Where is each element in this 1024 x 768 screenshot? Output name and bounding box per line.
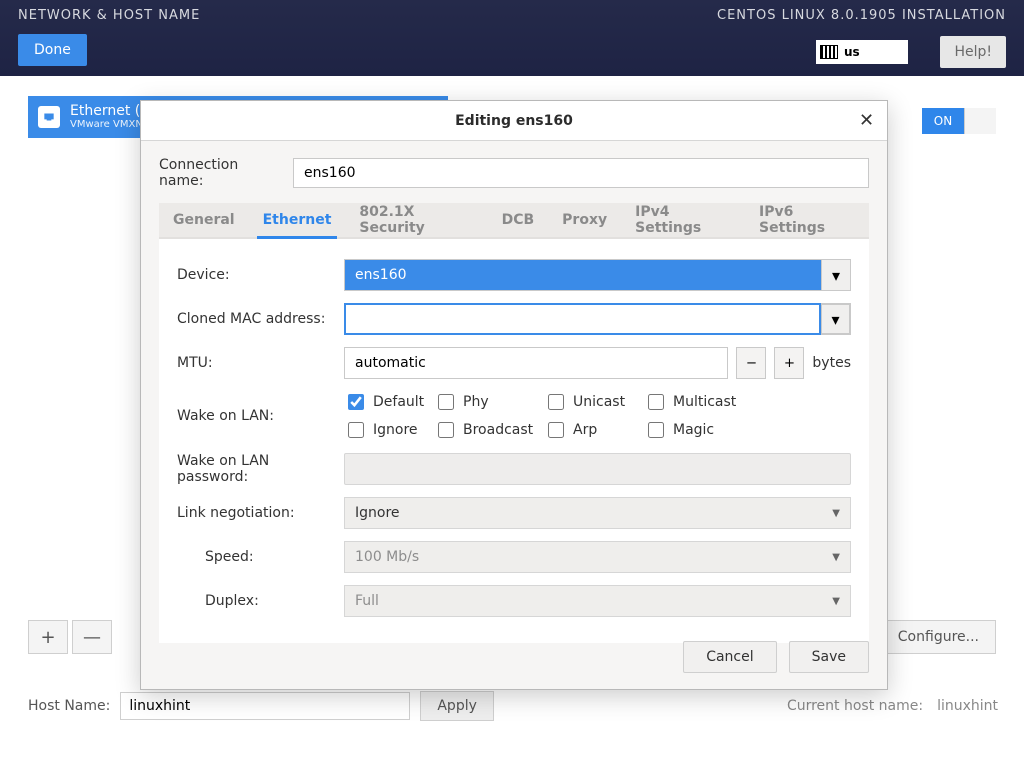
wol-phy[interactable]: Phy	[434, 391, 544, 413]
mtu-decrement-button[interactable]: −	[736, 347, 766, 379]
dialog-title: Editing ens160	[455, 113, 573, 129]
dialog-tabs: General Ethernet 802.1X Security DCB Pro…	[159, 203, 869, 239]
wol-magic[interactable]: Magic	[644, 419, 754, 441]
keyboard-layout-label: us	[844, 45, 860, 59]
current-hostname-label: Current host name:	[787, 698, 923, 714]
remove-interface-button[interactable]: —	[72, 620, 112, 654]
hostname-label: Host Name:	[28, 698, 110, 714]
chevron-down-icon: ▼	[832, 552, 840, 563]
speed-value: 100 Mb/s	[355, 549, 419, 565]
device-label: Device:	[177, 267, 332, 283]
cloned-mac-combo[interactable]: ▾	[344, 303, 851, 335]
device-combo[interactable]: ens160 ▾	[344, 259, 851, 291]
link-negotiation-label: Link negotiation:	[177, 505, 332, 521]
wol-password-input	[344, 453, 851, 485]
add-interface-button[interactable]: +	[28, 620, 68, 654]
mtu-value[interactable]: automatic	[344, 347, 728, 379]
configure-button[interactable]: Configure...	[881, 620, 996, 654]
device-value: ens160	[344, 259, 821, 291]
ethernet-icon	[38, 106, 60, 128]
mtu-label: MTU:	[177, 355, 332, 371]
wol-arp[interactable]: Arp	[544, 419, 644, 441]
link-negotiation-select[interactable]: Ignore ▼	[344, 497, 851, 529]
dialog-titlebar: Editing ens160 ✕	[141, 101, 887, 141]
cloned-mac-input[interactable]	[344, 303, 821, 335]
duplex-select: Full ▼	[344, 585, 851, 617]
connection-name-input[interactable]	[293, 158, 869, 188]
connection-name-label: Connection name:	[159, 157, 281, 189]
chevron-down-icon: ▼	[832, 508, 840, 519]
done-button[interactable]: Done	[18, 34, 87, 66]
page-title: NETWORK & HOST NAME	[18, 8, 200, 23]
hostname-row: Host Name: Apply Current host name: linu…	[28, 690, 998, 722]
current-hostname-value: linuxhint	[937, 698, 998, 714]
wol-unicast[interactable]: Unicast	[544, 391, 644, 413]
keyboard-layout-indicator[interactable]: us	[816, 40, 908, 64]
link-negotiation-value: Ignore	[355, 505, 400, 521]
cancel-button[interactable]: Cancel	[683, 641, 776, 673]
duplex-label: Duplex:	[177, 593, 332, 609]
wol-ignore[interactable]: Ignore	[344, 419, 434, 441]
speed-select: 100 Mb/s ▼	[344, 541, 851, 573]
wol-options: Default Phy Unicast Multicast Ignore Bro…	[344, 391, 851, 441]
cloned-mac-label: Cloned MAC address:	[177, 311, 332, 327]
wol-broadcast[interactable]: Broadcast	[434, 419, 544, 441]
chevron-down-icon: ▼	[832, 596, 840, 607]
edit-connection-dialog: Editing ens160 ✕ Connection name: Genera…	[140, 100, 888, 690]
keyboard-icon	[820, 45, 838, 59]
hostname-input[interactable]	[120, 692, 410, 720]
tab-ipv6[interactable]: IPv6 Settings	[745, 203, 869, 237]
chevron-down-icon[interactable]: ▾	[821, 303, 851, 335]
wol-default[interactable]: Default	[344, 391, 434, 413]
wol-password-label: Wake on LAN password:	[177, 453, 332, 485]
tab-ipv4[interactable]: IPv4 Settings	[621, 203, 745, 237]
installer-title: CENTOS LINUX 8.0.1905 INSTALLATION	[717, 8, 1006, 23]
toggle-knob	[964, 108, 996, 134]
mtu-unit: bytes	[812, 355, 851, 371]
duplex-value: Full	[355, 593, 379, 609]
speed-label: Speed:	[177, 549, 332, 565]
tab-general[interactable]: General	[159, 203, 249, 237]
mtu-increment-button[interactable]: +	[774, 347, 804, 379]
chevron-down-icon[interactable]: ▾	[821, 259, 851, 291]
close-icon[interactable]: ✕	[853, 109, 875, 131]
tab-ethernet[interactable]: Ethernet	[249, 203, 346, 237]
save-button[interactable]: Save	[789, 641, 869, 673]
tab-dcb[interactable]: DCB	[488, 203, 549, 237]
apply-hostname-button[interactable]: Apply	[420, 691, 494, 721]
wol-label: Wake on LAN:	[177, 408, 332, 424]
interface-power-toggle[interactable]: ON	[922, 108, 996, 134]
help-button[interactable]: Help!	[940, 36, 1006, 68]
tab-8021x[interactable]: 802.1X Security	[345, 203, 487, 237]
toggle-on-label: ON	[922, 108, 964, 134]
tab-proxy[interactable]: Proxy	[548, 203, 621, 237]
installer-header: NETWORK & HOST NAME CENTOS LINUX 8.0.190…	[0, 0, 1024, 76]
wol-multicast[interactable]: Multicast	[644, 391, 754, 413]
